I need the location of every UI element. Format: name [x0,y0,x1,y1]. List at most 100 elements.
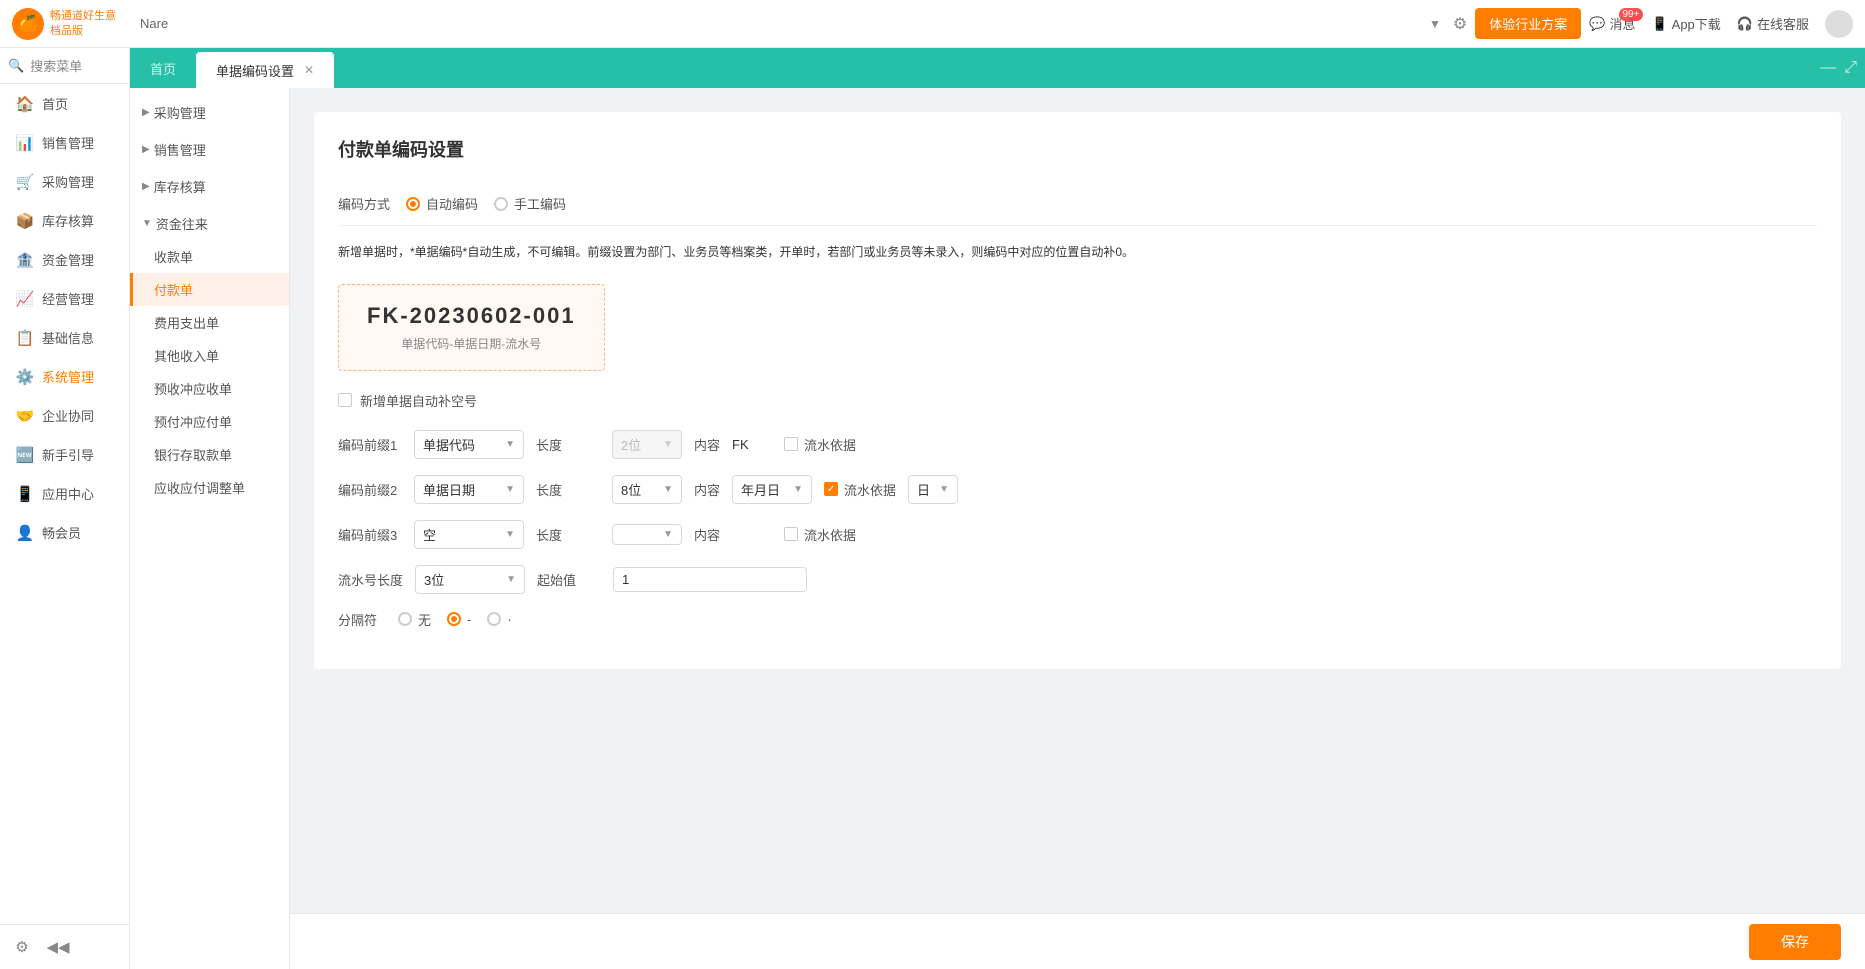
tab-bar-actions: — ⤢ [1820,59,1865,77]
separator-label: 分隔符 [338,610,386,629]
sub-item-expense[interactable]: 费用支出单 [130,306,289,339]
prefix-row-3: 编码前缀3 空 ▼ 长度 ▼ 内容 [338,520,1817,549]
radio-auto-circle [406,197,420,211]
content-wrapper: ▶ 采购管理 ▶ 销售管理 ▶ 库存核算 [130,88,1865,969]
sales-icon: 📊 [16,134,34,152]
prefix3-label: 编码前缀3 [338,525,402,544]
encoding-radio-group: 自动编码 手工编码 [406,194,566,213]
auto-fill-label: 新增单据自动补空号 [360,391,477,410]
encoding-method-label: 编码方式 [338,194,390,213]
sep-none[interactable]: 无 [398,610,431,629]
sub-item-receipt[interactable]: 收款单 [130,240,289,273]
sidebar-item-sales[interactable]: 📊 销售管理 [0,123,129,162]
prefix2-unit-arrow-icon: ▼ [939,484,949,495]
encoding-method-row: 编码方式 自动编码 手工编码 [338,182,1817,226]
prefix1-length-label: 长度 [536,435,600,454]
prefix2-content-select[interactable]: 年月日 ▼ [732,475,812,504]
settings-icon[interactable]: ⚙ [1453,14,1467,34]
tab-close-icon[interactable]: ✕ [304,63,314,77]
prefix2-stream-check[interactable]: 流水依据 [824,480,896,499]
sub-item-bank[interactable]: 银行存取款单 [130,438,289,471]
serial-start-label: 起始值 [537,570,601,589]
sub-group-finance-header[interactable]: ▼ 资金往来 [130,207,289,240]
sidebar-item-system[interactable]: ⚙️ 系统管理 [0,357,129,396]
sep-dot[interactable]: · [487,612,511,627]
save-button[interactable]: 保存 [1749,924,1841,960]
sidebar-item-purchase[interactable]: 🛒 采购管理 [0,162,129,201]
prefix3-arrow-icon: ▼ [505,529,515,540]
prefix1-stream-check[interactable]: 流水依据 [784,435,856,454]
sub-item-adjustment[interactable]: 应收应付调整单 [130,471,289,504]
sub-item-advance-receivable[interactable]: 预收冲应收单 [130,372,289,405]
system-icon: ⚙️ [16,368,34,386]
tab-home[interactable]: 首页 [130,48,196,88]
logo-text: 畅通道好生意 档品版 [50,9,116,38]
serial-length-arrow-icon: ▼ [506,574,516,585]
chevron-right-icon2: ▶ [142,144,150,155]
sub-item-payment[interactable]: 付款单 [130,273,289,306]
tab-expand-icon[interactable]: ⤢ [1844,59,1857,77]
sidebar-item-home[interactable]: 🏠 首页 [0,84,129,123]
app-download-btn[interactable]: 📱 App下载 [1651,14,1720,33]
prefix1-length: 2位 ▼ [612,430,682,459]
sidebar-item-finance[interactable]: 🏦 资金管理 [0,240,129,279]
logo-icon: 🍊 [12,8,44,40]
radio-manual[interactable]: 手工编码 [494,194,566,213]
sep-dash[interactable]: - [447,612,471,627]
online-service-btn[interactable]: 🎧 在线客服 [1737,14,1809,33]
prefix3-select[interactable]: 空 ▼ [414,520,524,549]
sidebar-settings-btn[interactable]: ⚙ [8,933,36,961]
sub-group-purchase-header[interactable]: ▶ 采购管理 [130,96,289,129]
prefix1-stream-checkbox [784,437,798,451]
prefix1-arrow-icon: ▼ [505,439,515,450]
headset-icon: 🎧 [1737,16,1753,32]
tab-minimize-icon[interactable]: — [1820,59,1836,77]
sub-sidebar: ▶ 采购管理 ▶ 销售管理 ▶ 库存核算 [130,88,290,969]
sub-group-sales-header[interactable]: ▶ 销售管理 [130,133,289,166]
chevron-down-icon[interactable]: ▼ [1429,17,1441,31]
message-btn[interactable]: 💬 消息 99+ [1589,14,1635,33]
sidebar-item-basic[interactable]: 📋 基础信息 [0,318,129,357]
bottom-bar: 保存 [290,913,1865,969]
sidebar-item-apps[interactable]: 📱 应用中心 [0,474,129,513]
company-name: Nare [140,16,1421,31]
download-icon: 📱 [1651,16,1667,32]
sub-group-inventory-header[interactable]: ▶ 库存核算 [130,170,289,203]
separator-row: 分隔符 无 - [338,610,1817,629]
sidebar-collapse-btn[interactable]: ◀◀ [44,933,72,961]
trial-btn[interactable]: 体验行业方案 [1475,8,1581,39]
prefix3-length[interactable]: ▼ [612,524,682,545]
sub-item-other-income[interactable]: 其他收入单 [130,339,289,372]
example-code: FK-20230602-001 [367,303,576,329]
prefix2-stream-checkbox [824,482,838,496]
avatar[interactable] [1825,10,1853,38]
prefix1-select[interactable]: 单据代码 ▼ [414,430,524,459]
prefix2-stream-unit-select[interactable]: 日 ▼ [908,475,958,504]
auto-fill-checkbox[interactable] [338,393,352,407]
sub-group-purchase: ▶ 采购管理 [130,96,289,129]
sidebar-item-operations[interactable]: 📈 经营管理 [0,279,129,318]
separator-radio-group: 无 - · [398,610,512,629]
sub-group-sales: ▶ 销售管理 [130,133,289,166]
sub-group-finance: ▼ 资金往来 收款单 付款单 费用支出单 其他收入单 预收冲应收单 预付冲应付单… [130,207,289,504]
prefix3-stream-check[interactable]: 流水依据 [784,525,856,544]
tab-encoding[interactable]: 单据编码设置 ✕ [196,52,334,88]
sidebar-item-guide[interactable]: 🆕 新手引导 [0,435,129,474]
sidebar-item-member[interactable]: 👤 畅会员 [0,513,129,552]
chevron-right-icon3: ▶ [142,181,150,192]
sidebar-item-enterprise[interactable]: 🤝 企业协同 [0,396,129,435]
prefix2-select[interactable]: 单据日期 ▼ [414,475,524,504]
prefix-row-1: 编码前缀1 单据代码 ▼ 长度 2位 ▼ 内容 FK [338,430,1817,459]
finance-icon: 🏦 [16,251,34,269]
serial-start-input[interactable] [613,567,807,592]
radio-auto[interactable]: 自动编码 [406,194,478,213]
prefix-row-2: 编码前缀2 单据日期 ▼ 长度 8位 ▼ 内容 [338,475,1817,504]
sidebar-search[interactable]: 🔍 搜索菜单 [0,48,129,84]
serial-length-select[interactable]: 3位 ▼ [415,565,525,594]
sub-item-advance-payable[interactable]: 预付冲应付单 [130,405,289,438]
example-desc: 单据代码-单据日期-流水号 [367,335,576,352]
chevron-right-icon: ▶ [142,107,150,118]
sidebar-item-inventory[interactable]: 📦 库存核算 [0,201,129,240]
operations-icon: 📈 [16,290,34,308]
prefix2-length[interactable]: 8位 ▼ [612,475,682,504]
